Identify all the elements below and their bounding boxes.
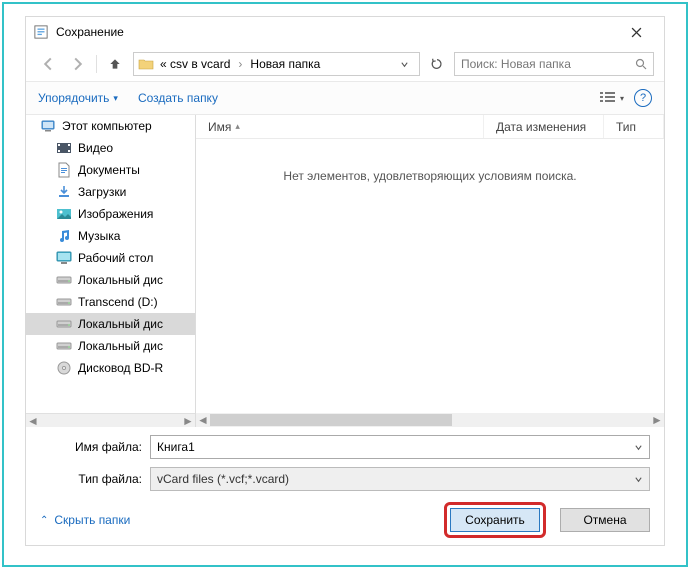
content-scrollbar[interactable]: ◄►	[196, 413, 664, 427]
disk-icon	[56, 316, 72, 332]
file-list: Имя▴ Дата изменения Тип Нет элементов, у…	[196, 115, 664, 427]
disk-icon	[56, 338, 72, 354]
pc-icon	[40, 118, 56, 134]
forward-button[interactable]	[66, 52, 90, 76]
cancel-button[interactable]: Отмена	[560, 508, 650, 532]
column-headers: Имя▴ Дата изменения Тип	[196, 115, 664, 139]
up-button[interactable]	[103, 52, 127, 76]
new-folder-button[interactable]: Создать папку	[138, 91, 218, 105]
video-icon	[56, 140, 72, 156]
tree-item[interactable]: Рабочий стол	[26, 247, 195, 269]
toolbar: Упорядочить▾ Создать папку ▾ ?	[26, 81, 664, 115]
save-button[interactable]: Сохранить	[450, 508, 540, 532]
disk-icon	[56, 272, 72, 288]
navbar: « csv в vcard › Новая папка Поиск: Новая…	[26, 47, 664, 81]
close-button[interactable]	[616, 18, 656, 46]
folder-icon	[138, 56, 154, 72]
tree-item[interactable]: Локальный дис	[26, 335, 195, 357]
filename-field[interactable]	[157, 440, 634, 454]
filetype-label: Тип файла:	[40, 472, 150, 486]
empty-message: Нет элементов, удовлетворяющих условиям …	[196, 139, 664, 413]
dialog-footer: ⌃Скрыть папки Сохранить Отмена	[26, 495, 664, 545]
desktop-icon	[56, 250, 72, 266]
breadcrumb[interactable]: « csv в vcard › Новая папка	[133, 52, 420, 76]
breadcrumb-dropdown[interactable]	[394, 60, 415, 69]
disk-icon	[56, 294, 72, 310]
tree-item[interactable]: Дисковод BD-R	[26, 357, 195, 379]
filetype-select[interactable]: vCard files (*.vcf;*.vcard)	[150, 467, 650, 491]
refresh-button[interactable]	[426, 53, 448, 75]
tree-item[interactable]: Видео	[26, 137, 195, 159]
organize-menu[interactable]: Упорядочить▾	[38, 91, 118, 105]
save-button-highlight: Сохранить	[444, 502, 546, 538]
doc-icon	[56, 162, 72, 178]
hide-folders-toggle[interactable]: ⌃Скрыть папки	[40, 513, 130, 527]
view-mode-button[interactable]: ▾	[600, 91, 624, 105]
filename-dropdown-icon[interactable]	[634, 443, 643, 452]
filename-input[interactable]	[150, 435, 650, 459]
download-icon	[56, 184, 72, 200]
search-input[interactable]: Поиск: Новая папка	[454, 52, 654, 76]
chevron-up-icon: ⌃	[40, 515, 48, 526]
tree-item[interactable]: Локальный дис	[26, 269, 195, 291]
search-icon	[635, 58, 647, 70]
titlebar: Сохранение	[26, 17, 664, 47]
breadcrumb-seg-1[interactable]: Новая папка	[246, 57, 324, 71]
tree-item[interactable]: Документы	[26, 159, 195, 181]
tree-item[interactable]: Загрузки	[26, 181, 195, 203]
sort-asc-icon: ▴	[235, 121, 240, 132]
tree-item[interactable]: Музыка	[26, 225, 195, 247]
breadcrumb-seg-0[interactable]: « csv в vcard	[156, 57, 234, 71]
file-form: Имя файла: Тип файла: vCard files (*.vcf…	[26, 427, 664, 495]
tree-item[interactable]: Изображения	[26, 203, 195, 225]
col-name[interactable]: Имя▴	[196, 115, 484, 138]
tree-scrollbar[interactable]: ◄►	[26, 413, 195, 427]
save-dialog: Сохранение « csv в vcard › Новая папка П…	[25, 16, 665, 546]
image-icon	[56, 206, 72, 222]
tree-item[interactable]: Локальный дис	[26, 313, 195, 335]
search-placeholder: Поиск: Новая папка	[461, 57, 571, 71]
tree-item[interactable]: Transcend (D:)	[26, 291, 195, 313]
folder-tree: Этот компьютерВидеоДокументыЗагрузкиИзоб…	[26, 115, 196, 427]
col-date[interactable]: Дата изменения	[484, 115, 604, 138]
col-type[interactable]: Тип	[604, 115, 664, 138]
chevron-right-icon: ›	[236, 57, 244, 71]
back-button[interactable]	[36, 52, 60, 76]
music-icon	[56, 228, 72, 244]
app-icon	[34, 25, 48, 39]
tree-root[interactable]: Этот компьютер	[26, 115, 195, 137]
filename-label: Имя файла:	[40, 440, 150, 454]
filetype-dropdown-icon	[634, 475, 643, 484]
help-button[interactable]: ?	[634, 89, 652, 107]
bd-icon	[56, 360, 72, 376]
window-title: Сохранение	[56, 25, 616, 39]
